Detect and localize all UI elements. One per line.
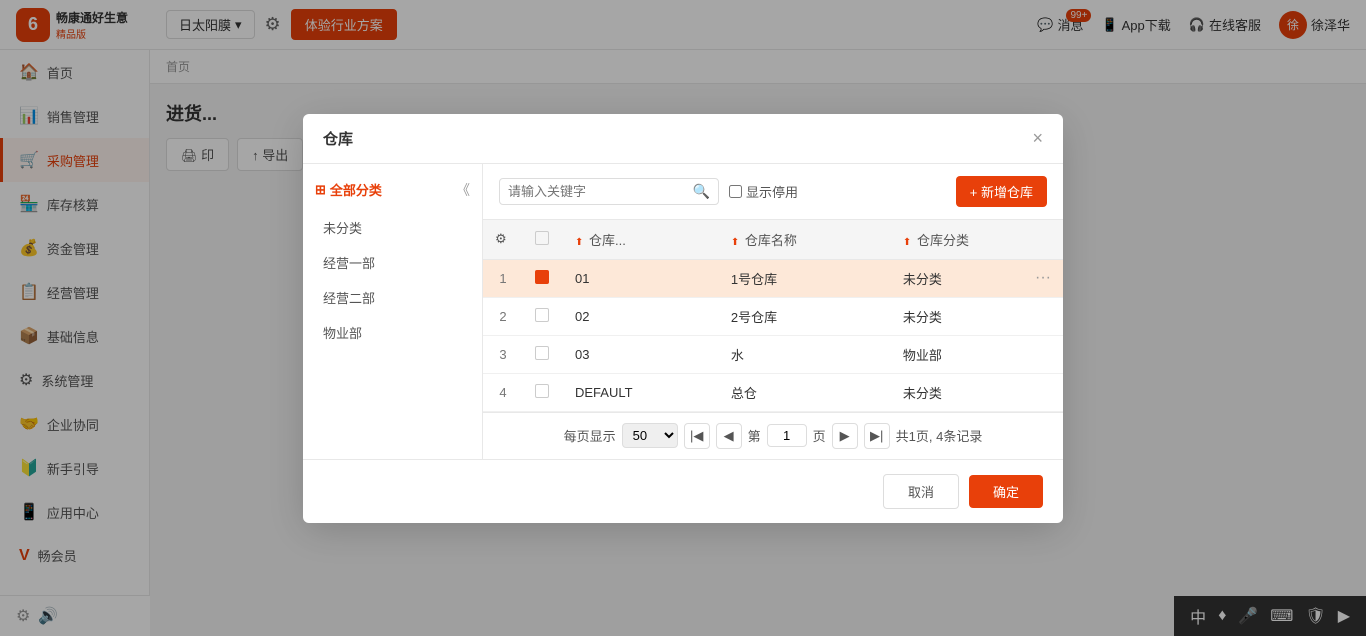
row-checkbox[interactable]: [535, 346, 549, 360]
row-code: DEFAULT: [563, 373, 719, 411]
row-num: 4: [483, 373, 523, 411]
col-name-header: ⬆ 仓库名称: [719, 220, 891, 260]
row-checkbox[interactable]: [535, 270, 549, 284]
modal-actions: 取消 确定: [303, 459, 1063, 523]
total-info: 共1页, 4条记录: [896, 426, 983, 445]
table-row[interactable]: 1 01 1号仓库 未分类 ···: [483, 259, 1063, 297]
category-panel: ⊞ 全部分类 《 未分类 经营一部 经营二部 物业部: [303, 164, 483, 459]
search-box: 🔍: [499, 178, 719, 205]
add-warehouse-btn[interactable]: + 新增仓库: [956, 176, 1047, 207]
row-checkbox-cell[interactable]: [523, 335, 563, 373]
category-item-property[interactable]: 物业部: [303, 315, 482, 350]
row-category: 未分类: [891, 374, 1063, 411]
row-checkbox[interactable]: [535, 384, 549, 398]
page-number-input[interactable]: [767, 424, 807, 447]
row-actions-btn[interactable]: ···: [1035, 269, 1051, 287]
table-row[interactable]: 2 02 2号仓库 未分类: [483, 297, 1063, 335]
category-item-ops2[interactable]: 经营二部: [303, 280, 482, 315]
table-header-row: ⚙ ⬆ 仓库... ⬆: [483, 220, 1063, 260]
row-code: 01: [563, 259, 719, 297]
row-name: 1号仓库: [719, 259, 891, 297]
confirm-btn[interactable]: 确定: [969, 475, 1043, 508]
pagination: 每页显示 102050100 |◀ ◀ 第 页 ▶ ▶| 共1页, 4条记录: [483, 412, 1063, 459]
col-category-header: ⬆ 仓库分类: [891, 220, 1063, 260]
gear-header-icon: ⚙: [495, 231, 507, 246]
table-row[interactable]: 3 03 水 物业部: [483, 335, 1063, 373]
row-code: 02: [563, 297, 719, 335]
grid-icon: ⊞: [315, 182, 326, 198]
row-code: 03: [563, 335, 719, 373]
prev-page-btn[interactable]: ◀: [716, 423, 742, 449]
category-item-ops1[interactable]: 经营一部: [303, 245, 482, 280]
col-gear: ⚙: [483, 220, 523, 260]
warehouse-modal: 仓库 × ⊞ 全部分类 《 未分类 经营一部 经营二部 物业部: [303, 114, 1063, 523]
row-checkbox-cell[interactable]: [523, 259, 563, 297]
row-num: 2: [483, 297, 523, 335]
row-checkbox-cell[interactable]: [523, 373, 563, 411]
modal-body: ⊞ 全部分类 《 未分类 经营一部 经营二部 物业部 🔍: [303, 164, 1063, 459]
sort-icon-cat: ⬆: [903, 237, 911, 248]
show-disabled-checkbox[interactable]: [729, 185, 742, 198]
warehouse-table-wrap: ⚙ ⬆ 仓库... ⬆: [483, 220, 1063, 412]
select-all-checkbox[interactable]: [535, 231, 549, 245]
page-size-select[interactable]: 102050100: [622, 423, 678, 448]
row-checkbox-cell[interactable]: [523, 297, 563, 335]
collapse-btn[interactable]: 《: [456, 180, 470, 200]
row-name: 总仓: [719, 373, 891, 411]
search-icon: 🔍: [693, 183, 710, 200]
category-header: ⊞ 全部分类 《: [303, 174, 482, 210]
table-toolbar: 🔍 显示停用 + 新增仓库: [483, 164, 1063, 220]
category-item-unclassified[interactable]: 未分类: [303, 210, 482, 245]
col-code-header: ⬆ 仓库...: [563, 220, 719, 260]
warehouse-table: ⚙ ⬆ 仓库... ⬆: [483, 220, 1063, 412]
row-category: 未分类: [891, 298, 1063, 335]
modal-title: 仓库: [323, 128, 353, 149]
table-row[interactable]: 4 DEFAULT 总仓 未分类: [483, 373, 1063, 411]
sort-icon-name: ⬆: [731, 237, 739, 248]
first-page-btn[interactable]: |◀: [684, 423, 710, 449]
row-checkbox[interactable]: [535, 308, 549, 322]
modal-header: 仓库 ×: [303, 114, 1063, 164]
show-disabled-toggle[interactable]: 显示停用: [729, 182, 798, 201]
cancel-btn[interactable]: 取消: [883, 474, 959, 509]
table-panel: 🔍 显示停用 + 新增仓库 ⚙: [483, 164, 1063, 459]
row-name: 2号仓库: [719, 297, 891, 335]
row-num: 3: [483, 335, 523, 373]
search-input[interactable]: [508, 184, 693, 199]
row-name: 水: [719, 335, 891, 373]
modal-overlay: 仓库 × ⊞ 全部分类 《 未分类 经营一部 经营二部 物业部: [0, 0, 1366, 636]
sort-icon: ⬆: [575, 237, 583, 248]
row-num: 1: [483, 259, 523, 297]
modal-close-btn[interactable]: ×: [1032, 128, 1043, 149]
col-checkbox-header: [523, 220, 563, 260]
next-page-btn[interactable]: ▶: [832, 423, 858, 449]
last-page-btn[interactable]: ▶|: [864, 423, 890, 449]
all-categories-btn[interactable]: ⊞ 全部分类: [315, 180, 382, 199]
row-category: 未分类 ···: [891, 260, 1063, 297]
row-category: 物业部: [891, 336, 1063, 373]
